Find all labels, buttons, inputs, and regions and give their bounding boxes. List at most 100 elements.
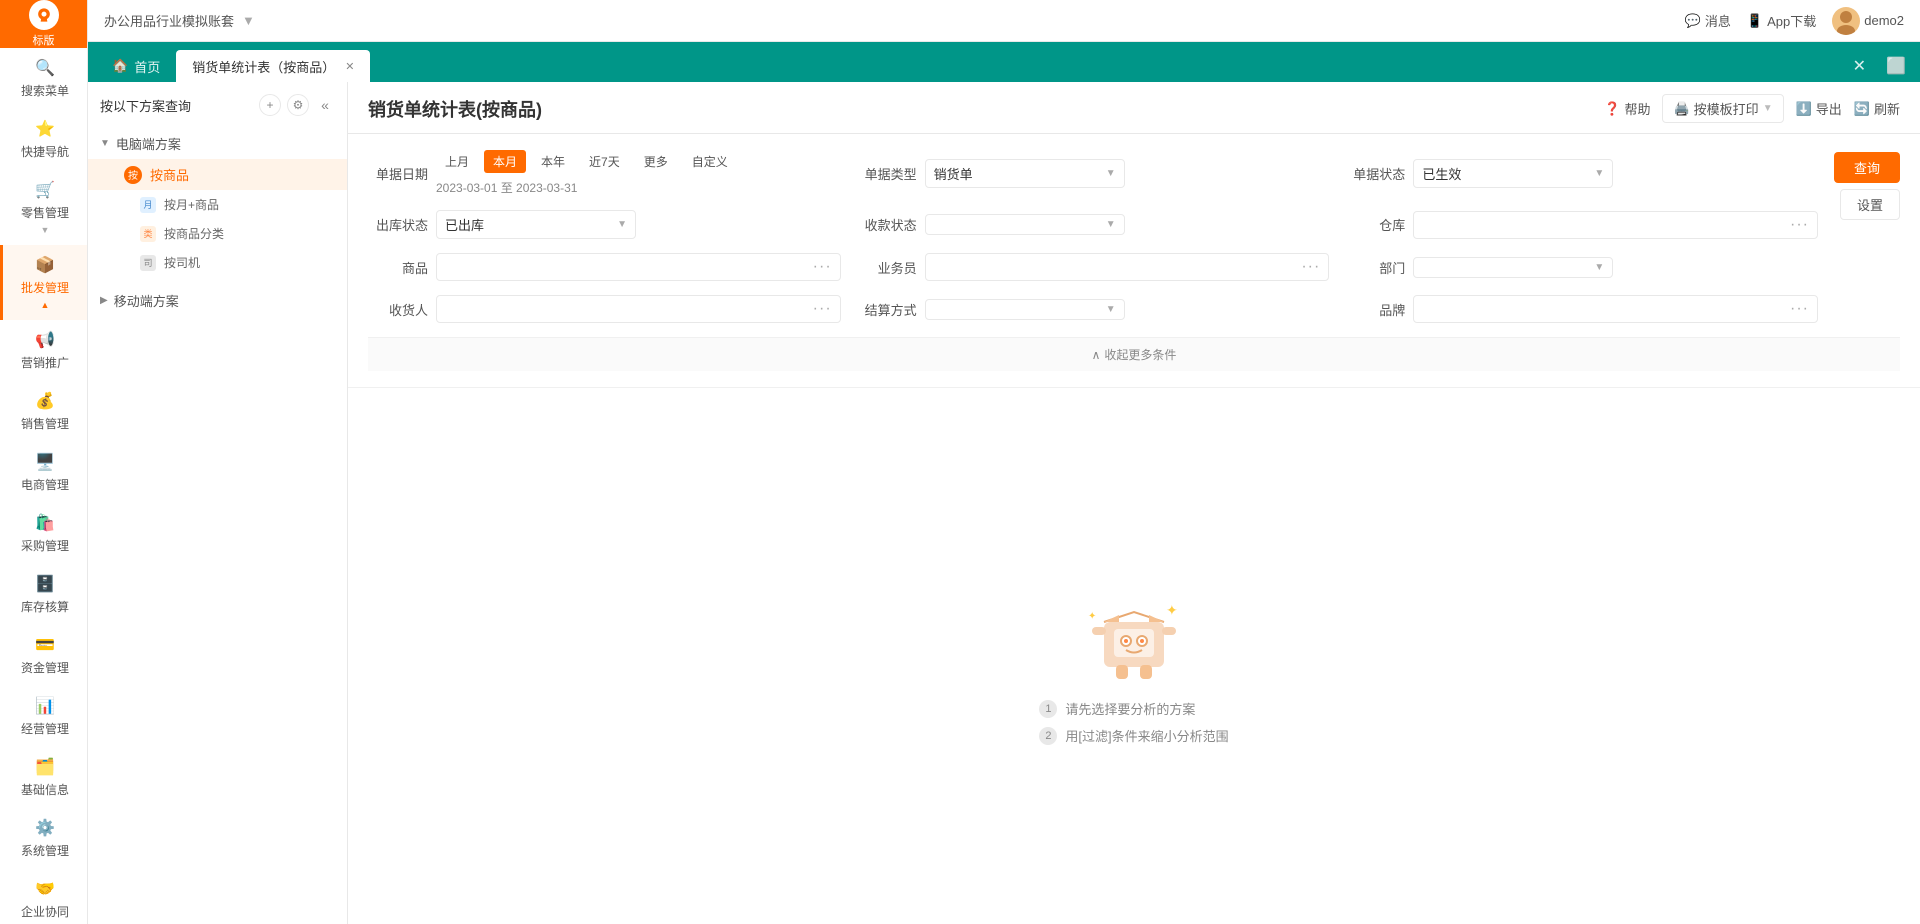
storage-input[interactable]: ··· (1413, 211, 1818, 239)
date-btn-custom[interactable]: 自定义 (683, 150, 737, 173)
operations-icon: 📊 (35, 696, 55, 716)
quick-nav-icon: ⭐ (35, 119, 55, 139)
retail-icon: 🛒 (35, 180, 55, 200)
sidebar-item-retail[interactable]: 🛒 零售管理 ▼ (0, 170, 88, 245)
doc-status-select[interactable]: 已生效 ▼ (1413, 159, 1613, 188)
desktop-solution-group: ▼ 电脑端方案 按 按商品 月 按月+商品 类 按商品分类 (88, 124, 347, 281)
expand-icon2: ▲ (41, 300, 50, 310)
sidebar-item-operations[interactable]: 📊 经营管理 (0, 686, 88, 747)
collapse-more-btn[interactable]: ∧ 收起更多条件 (368, 337, 1900, 371)
goods-dots: ··· (813, 258, 832, 276)
sidebar-item-wholesale[interactable]: 📦 批发管理 ▲ (0, 245, 88, 320)
system-icon: ⚙️ (35, 818, 55, 838)
help-label: 帮助 (1624, 99, 1650, 118)
scheme-by-driver[interactable]: 司 按司机 (88, 248, 347, 277)
payment-status-select[interactable]: ▼ (925, 214, 1125, 235)
goods-field: 商品 ··· (368, 253, 841, 281)
warehouse-label: 出库状态 (368, 215, 428, 234)
sidebar-item-ecommerce[interactable]: 🖥️ 电商管理 (0, 442, 88, 503)
sidebar-item-quick-nav[interactable]: ⭐ 快捷导航 (0, 109, 88, 170)
brand-input[interactable]: ··· (1413, 295, 1818, 323)
search-button[interactable]: 查询 (1834, 152, 1900, 183)
tab-actions: ✕ ⬜ (1847, 54, 1912, 82)
sidebar-item-finance[interactable]: 💳 资金管理 (0, 625, 88, 686)
app-logo: 标版 (0, 0, 88, 48)
sidebar-item-label-operations: 经营管理 (21, 720, 69, 737)
desktop-tree-arrow: ▼ (100, 138, 110, 149)
settlement-select[interactable]: ▼ (925, 299, 1125, 320)
close-tab-btn[interactable]: ✕ (1847, 54, 1872, 78)
date-btn-this-month[interactable]: 本月 (484, 150, 526, 173)
mobile-group-header[interactable]: ▶ 移动端方案 (88, 285, 347, 316)
dropdown-arrow[interactable]: ▼ (242, 13, 255, 28)
sidebar-item-cooperation[interactable]: 🤝 企业协同 (0, 869, 88, 924)
collapse-arrow-icon: ∧ (1092, 348, 1101, 362)
date-btn-this-year[interactable]: 本年 (532, 150, 574, 173)
sidebar-item-label-ecommerce: 电商管理 (21, 476, 69, 493)
content-area: 按以下方案查询 + ⚙ « ▼ 电脑端方案 按 按商品 (88, 82, 1920, 924)
doc-type-field: 单据类型 销货单 ▼ (857, 159, 1330, 188)
collapse-more-label: 收起更多条件 (1104, 346, 1176, 363)
user-menu[interactable]: demo2 (1832, 7, 1904, 35)
sidebar-item-marketing[interactable]: 📢 营销推广 (0, 320, 88, 381)
salesman-input[interactable]: ··· (925, 253, 1330, 281)
inventory-icon: 🗄️ (35, 574, 55, 594)
basic-icon: 🗂️ (35, 757, 55, 777)
tab-close-btn[interactable]: ✕ (345, 60, 354, 73)
sidebar-item-inventory[interactable]: 🗄️ 库存核算 (0, 564, 88, 625)
left-panel-title: 按以下方案查询 (100, 96, 191, 115)
scheme-by-category[interactable]: 类 按商品分类 (88, 219, 347, 248)
empty-state: ✦ ✦ 1 请先选择要分析的方案 2 用[过滤]条件来缩小分析范围 (348, 388, 1920, 924)
page-title-bar: 销货单统计表(按商品) ❓ 帮助 🖨️ 按模板打印 ▼ ⬇️ 导出 (348, 82, 1920, 134)
print-label: 按模板打印 (1694, 99, 1759, 118)
sidebar-item-label-inventory: 库存核算 (21, 598, 69, 615)
refresh-label: 刷新 (1874, 99, 1900, 118)
date-btn-7days[interactable]: 近7天 (580, 150, 629, 173)
sales-icon: 💰 (35, 391, 55, 411)
app-download-btn[interactable]: 📱 App下载 (1747, 11, 1816, 30)
date-btn-last-month[interactable]: 上月 (436, 150, 478, 173)
messages-label: 消息 (1705, 11, 1731, 30)
help-btn[interactable]: ❓ 帮助 (1604, 99, 1650, 118)
goods-input[interactable]: ··· (436, 253, 841, 281)
warehouse-select[interactable]: 已出库 ▼ (436, 210, 636, 239)
desktop-group-header[interactable]: ▼ 电脑端方案 (88, 128, 347, 159)
messages-btn[interactable]: 💬 消息 (1685, 11, 1731, 30)
sidebar-item-search[interactable]: 🔍 搜索菜单 (0, 48, 88, 109)
tab-home[interactable]: 🏠 首页 (96, 50, 176, 82)
collapse-panel-btn[interactable]: « (315, 95, 335, 115)
tab-sales-report[interactable]: 销货单统计表（按商品） ✕ (176, 50, 370, 82)
print-btn[interactable]: 🖨️ 按模板打印 ▼ (1662, 94, 1783, 123)
doc-type-select[interactable]: 销货单 ▼ (925, 159, 1125, 188)
sidebar-item-basic[interactable]: 🗂️ 基础信息 (0, 747, 88, 808)
payment-status-chevron: ▼ (1106, 219, 1116, 230)
sidebar: 标版 🔍 搜索菜单 ⭐ 快捷导航 🛒 零售管理 ▼ 📦 批发管理 ▲ 📢 营销推… (0, 0, 88, 924)
sidebar-item-sales[interactable]: 💰 销售管理 (0, 381, 88, 442)
sidebar-item-label-cooperation: 企业协同 (21, 903, 69, 920)
consignee-field: 收货人 ··· (368, 295, 841, 323)
date-btn-more[interactable]: 更多 (635, 150, 677, 173)
scheme-by-product[interactable]: 按 按商品 (88, 159, 347, 190)
payment-status-label: 收款状态 (857, 215, 917, 234)
date-label: 单据日期 (368, 164, 428, 183)
maximize-tab-btn[interactable]: ⬜ (1880, 54, 1912, 78)
marketing-icon: 📢 (35, 330, 55, 350)
add-scheme-btn[interactable]: + (259, 94, 281, 116)
refresh-btn[interactable]: 🔄 刷新 (1854, 99, 1900, 118)
export-btn[interactable]: ⬇️ 导出 (1796, 99, 1842, 118)
settings-button[interactable]: 设置 (1840, 189, 1900, 220)
by-month-product-icon: 月 (140, 197, 156, 213)
filter-area: 单据日期 上月 本月 本年 近7天 更多 自定义 (348, 134, 1920, 388)
dept-select[interactable]: ▼ (1413, 257, 1613, 278)
warehouse-chevron: ▼ (617, 219, 627, 230)
search-menu-icon: 🔍 (35, 58, 55, 78)
ecommerce-icon: 🖥️ (35, 452, 55, 472)
settlement-label: 结算方式 (857, 300, 917, 319)
sidebar-item-system[interactable]: ⚙️ 系统管理 (0, 808, 88, 869)
mobile-tree-arrow: ▶ (100, 295, 108, 306)
consignee-input[interactable]: ··· (436, 295, 841, 323)
settings-scheme-btn[interactable]: ⚙ (287, 94, 309, 116)
logo-icon (29, 0, 59, 30)
scheme-by-month-product[interactable]: 月 按月+商品 (88, 190, 347, 219)
sidebar-item-purchase[interactable]: 🛍️ 采购管理 (0, 503, 88, 564)
